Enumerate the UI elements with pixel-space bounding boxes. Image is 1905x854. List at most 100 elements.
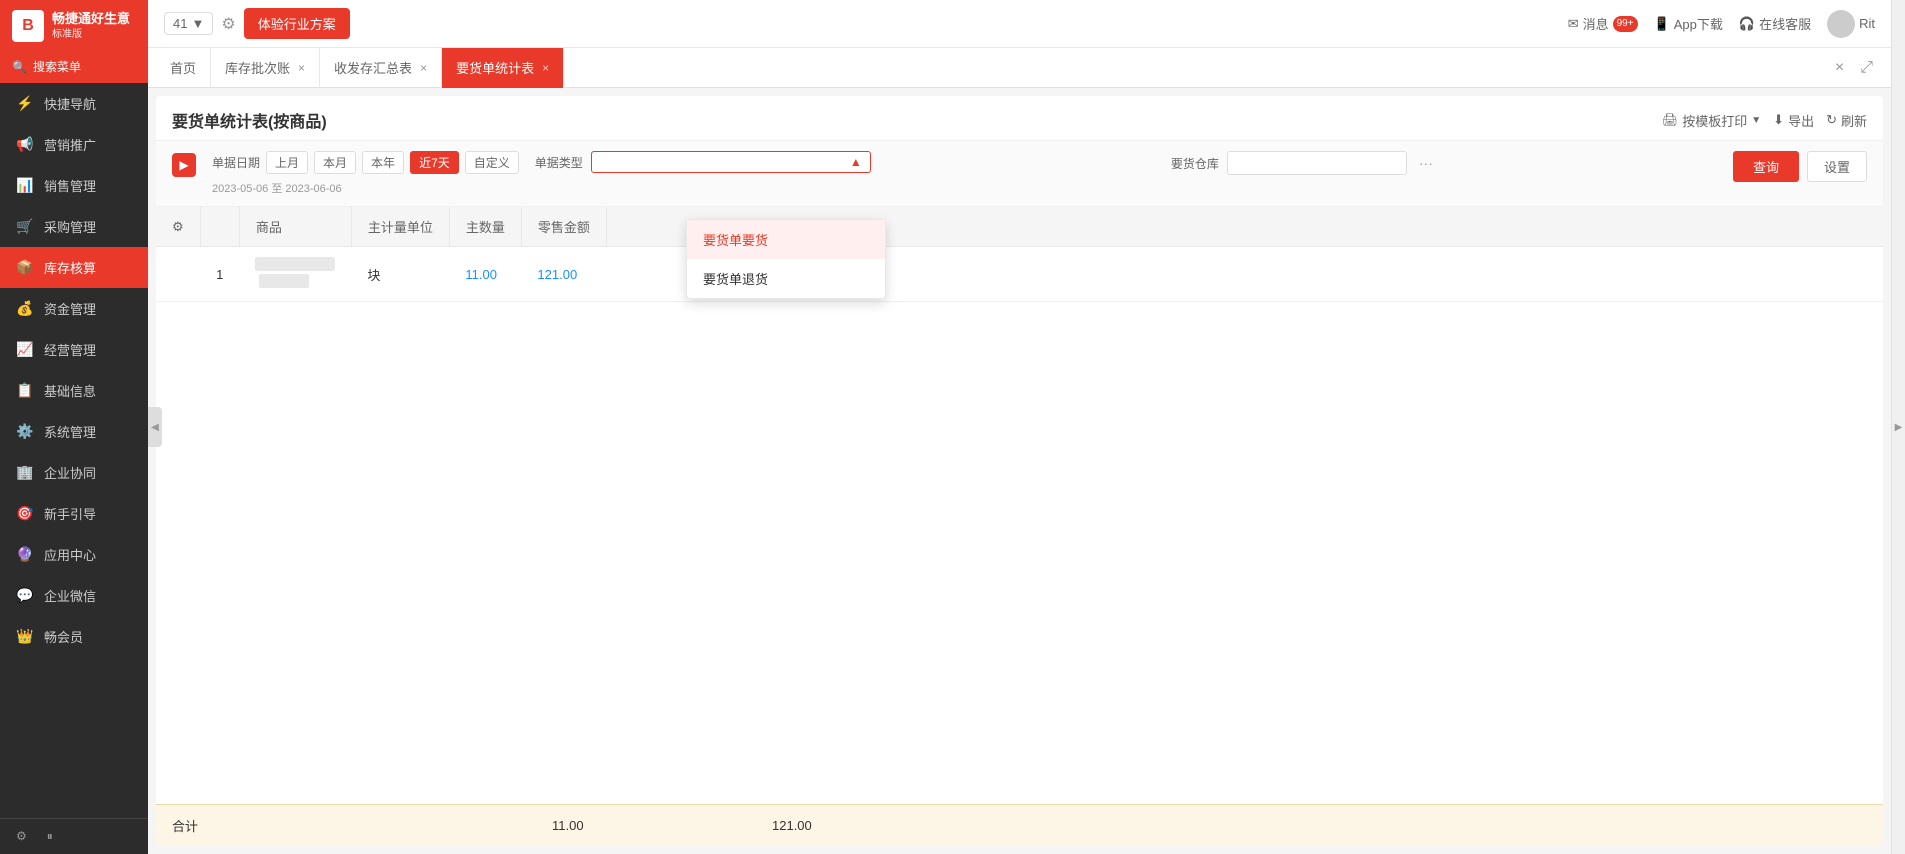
this-year-btn[interactable]: 本年 <box>362 151 404 174</box>
settings-icon[interactable]: ⚙ <box>16 829 27 844</box>
sidebar-item-marketing[interactable]: 📢营销推广 <box>0 124 148 165</box>
industry-btn[interactable]: 体验行业方案 <box>244 8 350 39</box>
warehouse-filter-input[interactable] <box>1227 151 1407 175</box>
search-menu-btn[interactable]: 🔍 搜索菜单 <box>0 52 148 83</box>
nav-icon-finance: 💰 <box>16 300 34 318</box>
date-filter-group: 单据日期 上月 本月 本年 近7天 自定义 2023-05-06 至 2023-… <box>212 151 519 196</box>
top-bar: 41 ▼ ⚙ 体验行业方案 ✉ 消息 99+ 📱 App下载 🎧 在线客服 R <box>148 0 1891 48</box>
print-template-btn[interactable]: 🖨 按模板打印 ▼ <box>1662 111 1761 130</box>
dropdown-item-order-goods[interactable]: 要货单要货 <box>687 220 885 259</box>
sidebar-item-sales[interactable]: 📊销售管理 <box>0 165 148 206</box>
export-icon: ⬇ <box>1773 112 1784 128</box>
tab-home[interactable]: 首页 <box>160 48 211 88</box>
tab-income-summary[interactable]: 收发存汇总表 × <box>320 48 442 88</box>
tab-close-batch-account[interactable]: × <box>298 61 305 75</box>
main-area: 41 ▼ ⚙ 体验行业方案 ✉ 消息 99+ 📱 App下载 🎧 在线客服 R <box>148 0 1891 854</box>
row-seq-0: 1 <box>200 247 239 302</box>
online-service-btn[interactable]: 🎧 在线客服 <box>1739 14 1811 33</box>
tab-close-order-stats[interactable]: × <box>542 61 549 75</box>
type-filter-input-wrapper[interactable]: ▲ <box>591 151 871 173</box>
chevron-up-icon[interactable]: ▲ <box>850 155 862 169</box>
nav-label-purchase: 采购管理 <box>44 217 96 236</box>
sidebar-item-finance[interactable]: 💰资金管理 <box>0 288 148 329</box>
sidebar-item-wechat[interactable]: 💬企业微信 <box>0 575 148 616</box>
footer-qty: 11.00 <box>552 818 772 833</box>
nav-label-app-center: 应用中心 <box>44 545 96 564</box>
last-7days-btn[interactable]: 近7天 <box>410 151 459 174</box>
app-logo: B 畅捷通好生意 标准版 <box>0 0 148 52</box>
tab-batch-account[interactable]: 库存批次账 × <box>211 48 320 88</box>
messages-badge: 99+ <box>1613 16 1638 32</box>
sidebar-item-app-center[interactable]: 🔮 应用中心 <box>0 534 148 575</box>
dropdown-item-order-return[interactable]: 要货单退货 <box>687 259 885 298</box>
logo-icon: B <box>12 10 44 42</box>
messages-btn[interactable]: ✉ 消息 99+ <box>1568 14 1638 33</box>
more-filters-icon[interactable]: ··· <box>1419 155 1433 171</box>
table-row: 1 块 11.00 121.00 <box>156 247 1883 302</box>
sidebar-item-enterprise[interactable]: 🏢 企业协同 <box>0 452 148 493</box>
close-all-tabs-btn[interactable]: × <box>1829 57 1850 79</box>
col-settings-header[interactable]: ⚙ <box>156 207 200 247</box>
print-icon: 🖨 <box>1662 112 1679 128</box>
nav-label-member: 畅会员 <box>44 627 83 646</box>
sidebar-item-quick-nav[interactable]: ⚡快捷导航 <box>0 83 148 124</box>
type-filter-input[interactable] <box>600 155 850 169</box>
app-download-label: App下载 <box>1674 14 1723 33</box>
nav-label-operations: 经营管理 <box>44 340 96 359</box>
sidebar-bottom: ⚙ ⏸ <box>0 818 148 854</box>
tabs-right: × ⤢ <box>1829 57 1879 79</box>
query-btn[interactable]: 查询 <box>1733 151 1799 182</box>
export-btn[interactable]: ⬇ 导出 <box>1773 111 1814 130</box>
sidebar-item-basic-info[interactable]: 📋基础信息 <box>0 370 148 411</box>
sidebar-item-guide[interactable]: 🎯新手引导 <box>0 493 148 534</box>
nav-icon-enterprise: 🏢 <box>16 464 34 482</box>
row-amount-0: 121.00 <box>521 247 606 302</box>
user-profile[interactable]: Rit <box>1827 10 1875 38</box>
sidebar-item-operations[interactable]: 📈经营管理 <box>0 329 148 370</box>
settings-icon[interactable]: ⚙ <box>221 14 235 34</box>
tab-order-stats[interactable]: 要货单统计表× <box>442 48 564 88</box>
nav-label-guide: 新手引导 <box>44 504 96 523</box>
page-header: 要货单统计表(按商品) 🖨 按模板打印 ▼ ⬇ 导出 ↻ 刷新 <box>156 96 1883 141</box>
expand-tabs-btn[interactable]: ⤢ <box>1854 57 1879 79</box>
message-icon: ✉ <box>1568 16 1579 32</box>
table-body: 1 块 11.00 121.00 <box>156 247 1883 302</box>
custom-date-btn[interactable]: 自定义 <box>465 151 519 174</box>
sidebar-item-inventory[interactable]: 📦库存核算 <box>0 247 148 288</box>
tabs-bar: 首页库存批次账×收发存汇总表×要货单统计表× × ⤢ <box>148 48 1891 88</box>
page-title: 要货单统计表(按商品) <box>172 108 327 132</box>
col-qty-header: 主数量 <box>449 207 521 247</box>
tab-close-income-summary[interactable]: × <box>420 61 427 75</box>
right-collapse-handle[interactable]: ▶ <box>1891 0 1905 854</box>
sidebar-item-system[interactable]: ⚙️系统管理 <box>0 411 148 452</box>
download-icon: 📱 <box>1654 16 1670 32</box>
app-download-btn[interactable]: 📱 App下载 <box>1654 14 1723 33</box>
refresh-icon: ↻ <box>1826 112 1837 128</box>
content-area: 要货单统计表(按商品) 🖨 按模板打印 ▼ ⬇ 导出 ↻ 刷新 ▶ <box>156 96 1883 846</box>
online-service-label: 在线客服 <box>1759 14 1811 33</box>
nav-label-enterprise: 企业协同 <box>44 463 96 482</box>
sidebar-collapse-handle[interactable]: ◀ <box>148 407 162 447</box>
search-icon: 🔍 <box>12 60 27 74</box>
nav-icon-app-center: 🔮 <box>16 546 34 564</box>
collapse-icon[interactable]: ⏸ <box>47 829 53 844</box>
store-selector[interactable]: 41 ▼ <box>164 12 213 35</box>
tab-label-home: 首页 <box>170 58 196 77</box>
page-actions: 🖨 按模板打印 ▼ ⬇ 导出 ↻ 刷新 <box>1662 111 1867 130</box>
this-month-btn[interactable]: 本月 <box>314 151 356 174</box>
date-filter-label: 单据日期 <box>212 154 260 171</box>
sidebar-item-member[interactable]: 👑畅会员 <box>0 616 148 657</box>
settings-btn[interactable]: 设置 <box>1807 151 1867 182</box>
main-table: ⚙ 商品 主计量单位 主数量 零售金额 1 块 11.00 121.00 <box>156 207 1883 302</box>
col-amount-header: 零售金额 <box>521 207 606 247</box>
sidebar-item-purchase[interactable]: 🛒采购管理 <box>0 206 148 247</box>
row-settings-0 <box>156 247 200 302</box>
col-seq-header <box>200 207 239 247</box>
refresh-btn[interactable]: ↻ 刷新 <box>1826 111 1867 130</box>
last-month-btn[interactable]: 上月 <box>266 151 308 174</box>
tab-label-batch-account: 库存批次账 <box>225 58 290 77</box>
messages-label: 消息 <box>1583 14 1609 33</box>
filter-toggle-btn[interactable]: ▶ <box>172 153 196 177</box>
nav-icon-basic-info: 📋 <box>16 382 34 400</box>
tab-label-income-summary: 收发存汇总表 <box>334 58 412 77</box>
